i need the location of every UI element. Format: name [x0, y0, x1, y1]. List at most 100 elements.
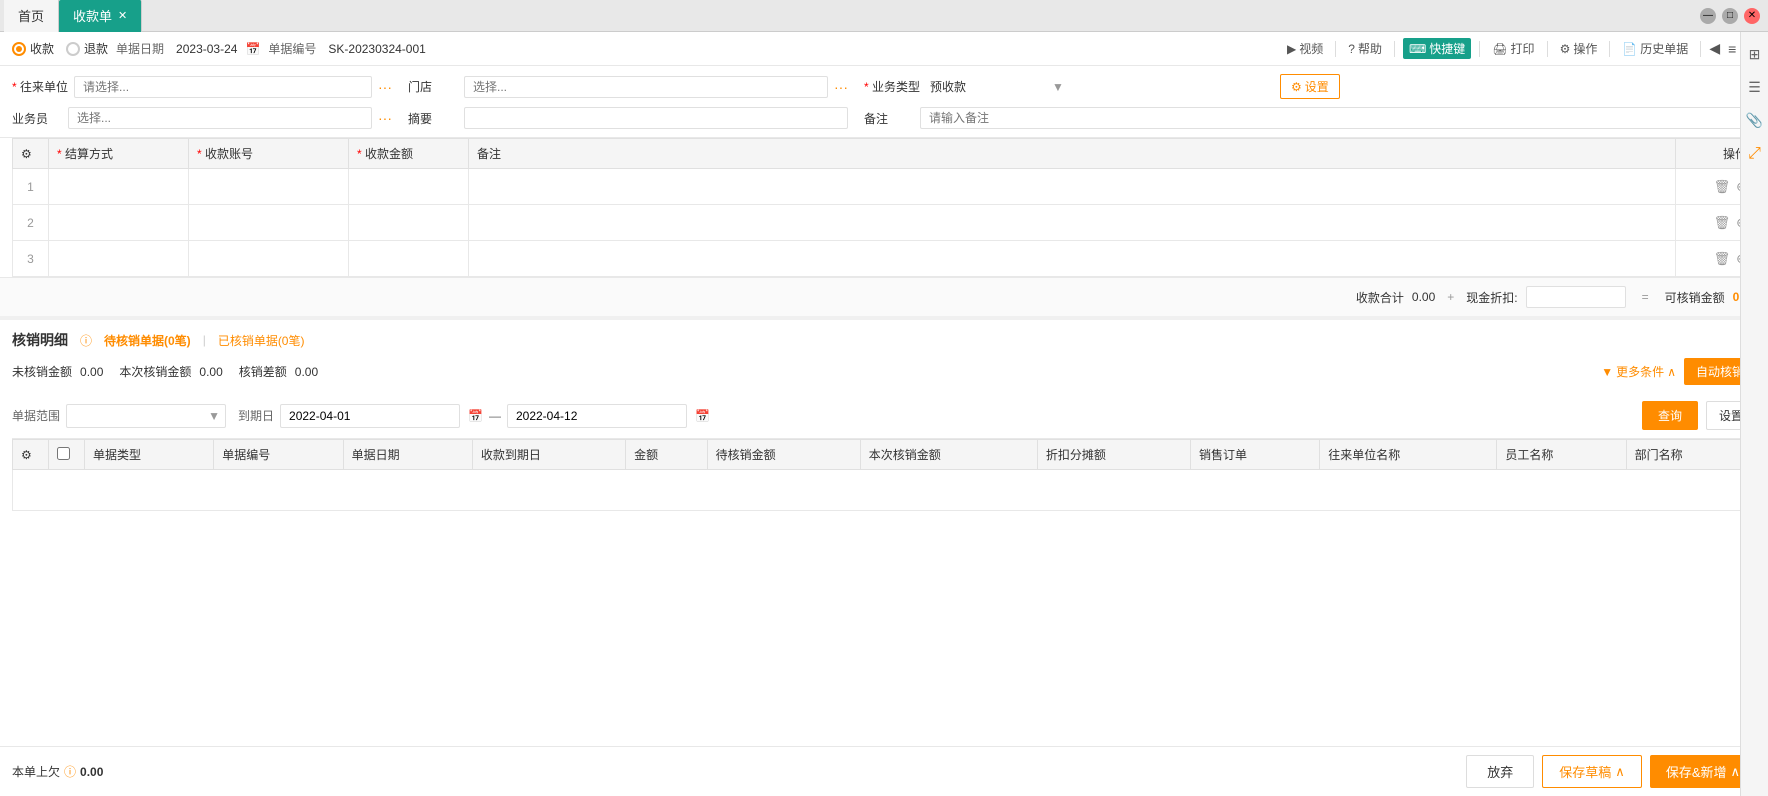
maximize-button[interactable]: □ — [1722, 8, 1738, 24]
verify-table: ⚙ 单据类型 单据编号 单据日期 收款到期日 金额 待核销金额 本次核销金额 折… — [12, 439, 1756, 511]
sidebar-table-icon[interactable]: ⊞ — [1745, 40, 1765, 69]
business-type-label: 业务类型 — [864, 78, 920, 95]
verify-right: ▼ 更多条件 ∧ 自动核销 — [1601, 358, 1756, 385]
radio-refund-dot — [66, 42, 80, 56]
diff-label: 核销差额 — [239, 363, 287, 380]
business-type-arrow[interactable]: ▼ — [1052, 80, 1064, 94]
list-layout-icon[interactable]: ≡ — [1728, 41, 1736, 57]
vcol-gear[interactable]: ⚙ — [13, 440, 49, 470]
minimize-button[interactable]: — — [1700, 8, 1716, 24]
search-row: 单据范围 ▼ 到期日 📅 — 📅 — [12, 393, 1756, 439]
table-row: 3 🗑 ⊕ — [13, 241, 1756, 277]
carry-icon[interactable]: ⓘ — [64, 763, 76, 780]
settings-btn[interactable]: ⚙ 设置 — [1280, 74, 1340, 99]
tab-home[interactable]: 首页 — [4, 0, 59, 32]
operation-btn[interactable]: ⚙ 操作 — [1556, 38, 1602, 59]
row-settlement-3[interactable] — [49, 241, 189, 277]
sidebar-expand-icon[interactable]: ⤢ — [1744, 139, 1765, 169]
from-calendar-icon[interactable]: 📅 — [468, 409, 483, 423]
keyboard-icon: ⌨ — [1409, 42, 1426, 56]
summary-input[interactable] — [464, 107, 848, 129]
save-draft-arrow-icon[interactable]: ∧ — [1615, 764, 1625, 780]
row-amount-1[interactable] — [349, 169, 469, 205]
remarks-field: 备注 — [864, 107, 1756, 129]
radio-receipt-dot — [12, 42, 26, 56]
close-button[interactable]: ✕ — [1744, 8, 1760, 24]
business-type-field: 业务类型 预收款 ▼ — [864, 78, 1264, 95]
staff-label: 业务员 — [12, 110, 62, 127]
radio-receipt[interactable]: 收款 — [12, 40, 54, 57]
staff-more-icon[interactable]: ··· — [378, 110, 392, 126]
save-draft-button[interactable]: 保存草稿 ∧ — [1542, 755, 1642, 788]
verify-info-icon[interactable]: ⓘ — [80, 332, 92, 349]
tab-receipt[interactable]: 收款单 ✕ — [59, 0, 142, 32]
row-account-3[interactable] — [189, 241, 349, 277]
row-index-2: 2 — [13, 205, 49, 241]
to-calendar-icon[interactable]: 📅 — [695, 409, 710, 423]
col-amount: 收款金额 — [349, 139, 469, 169]
row-settlement-2[interactable] — [49, 205, 189, 241]
row-amount-2[interactable] — [349, 205, 469, 241]
vcol-discount: 折扣分摊额 — [1037, 440, 1190, 470]
due-date-field: 到期日 📅 — 📅 — [238, 404, 710, 428]
radio-refund[interactable]: 退款 — [66, 40, 108, 57]
prev-layout-icon[interactable]: ◀ — [1709, 40, 1720, 57]
row-account-1[interactable] — [189, 169, 349, 205]
shortcut-btn[interactable]: ⌨ 快捷键 — [1403, 38, 1471, 59]
col-gear[interactable]: ⚙ — [13, 139, 49, 169]
toolbar-right: ▶ 视频 ? 帮助 ⌨ 快捷键 🖨 打印 ⚙ 操作 — [1283, 38, 1756, 59]
due-date-to[interactable] — [507, 404, 687, 428]
remarks-input[interactable] — [920, 107, 1756, 129]
vcol-date: 单据日期 — [343, 440, 472, 470]
calendar-icon[interactable]: 📅 — [245, 42, 260, 56]
pending-tab[interactable]: 待核销单据(0笔) — [104, 332, 191, 349]
save-new-arrow-icon[interactable]: ∧ — [1730, 764, 1740, 780]
select-all-checkbox[interactable] — [57, 447, 70, 460]
staff-input[interactable] — [68, 107, 372, 129]
store-more-icon[interactable]: ··· — [834, 79, 848, 95]
row-remark-2[interactable] — [469, 205, 1676, 241]
vcol-checkbox[interactable] — [49, 440, 85, 470]
vcol-pending: 待核销金额 — [707, 440, 860, 470]
help-icon: ? — [1348, 42, 1355, 56]
counterparty-input[interactable] — [74, 76, 372, 98]
sidebar-attachment-icon[interactable]: 📎 — [1742, 106, 1767, 135]
summary-field: 摘要 — [408, 107, 848, 129]
operation-icon: ⚙ — [1560, 42, 1571, 56]
vtable-gear-icon[interactable]: ⚙ — [21, 448, 32, 462]
store-input[interactable] — [464, 76, 828, 98]
row-remark-3[interactable] — [469, 241, 1676, 277]
row-index-1: 1 — [13, 169, 49, 205]
scroll-container[interactable]: ⚙ 结算方式 收款账号 收款金额 备注 操作 — [0, 138, 1768, 746]
vcol-sales: 销售订单 — [1191, 440, 1320, 470]
done-tab[interactable]: 已核销单据(0笔) — [218, 332, 305, 349]
tab-close-icon[interactable]: ✕ — [118, 9, 127, 22]
help-btn[interactable]: ? 帮助 — [1344, 38, 1386, 59]
row-index-3: 3 — [13, 241, 49, 277]
video-btn[interactable]: ▶ 视频 — [1283, 38, 1327, 59]
row-delete-1-icon[interactable]: 🗑 — [1714, 179, 1731, 195]
verify-stats: 未核销金额 0.00 本次核销金额 0.00 核销差额 0.00 ▼ 更多条件 … — [12, 358, 1756, 385]
counterparty-more-icon[interactable]: ··· — [378, 79, 392, 95]
date-label: 单据日期 — [116, 40, 164, 57]
range-select[interactable] — [66, 404, 226, 428]
vcol-type: 单据类型 — [85, 440, 214, 470]
history-btn[interactable]: 📄 历史单据 — [1618, 38, 1692, 59]
row-remark-1[interactable] — [469, 169, 1676, 205]
row-account-2[interactable] — [189, 205, 349, 241]
vcol-amount: 金额 — [626, 440, 708, 470]
more-conditions-btn[interactable]: ▼ 更多条件 ∧ — [1601, 363, 1676, 380]
row-amount-3[interactable] — [349, 241, 469, 277]
discount-input[interactable] — [1526, 286, 1626, 308]
sidebar-list-icon[interactable]: ☰ — [1744, 73, 1765, 102]
abandon-button[interactable]: 放弃 — [1466, 755, 1534, 788]
table-gear-icon[interactable]: ⚙ — [21, 147, 32, 161]
diff-value: 0.00 — [295, 365, 318, 379]
row-delete-3-icon[interactable]: 🗑 — [1714, 251, 1731, 267]
print-btn[interactable]: 🖨 打印 — [1488, 38, 1538, 59]
row-settlement-1[interactable] — [49, 169, 189, 205]
query-btn[interactable]: 查询 — [1642, 401, 1698, 430]
due-date-from[interactable] — [280, 404, 460, 428]
summary-label: 摘要 — [408, 110, 458, 127]
row-delete-2-icon[interactable]: 🗑 — [1714, 215, 1731, 231]
